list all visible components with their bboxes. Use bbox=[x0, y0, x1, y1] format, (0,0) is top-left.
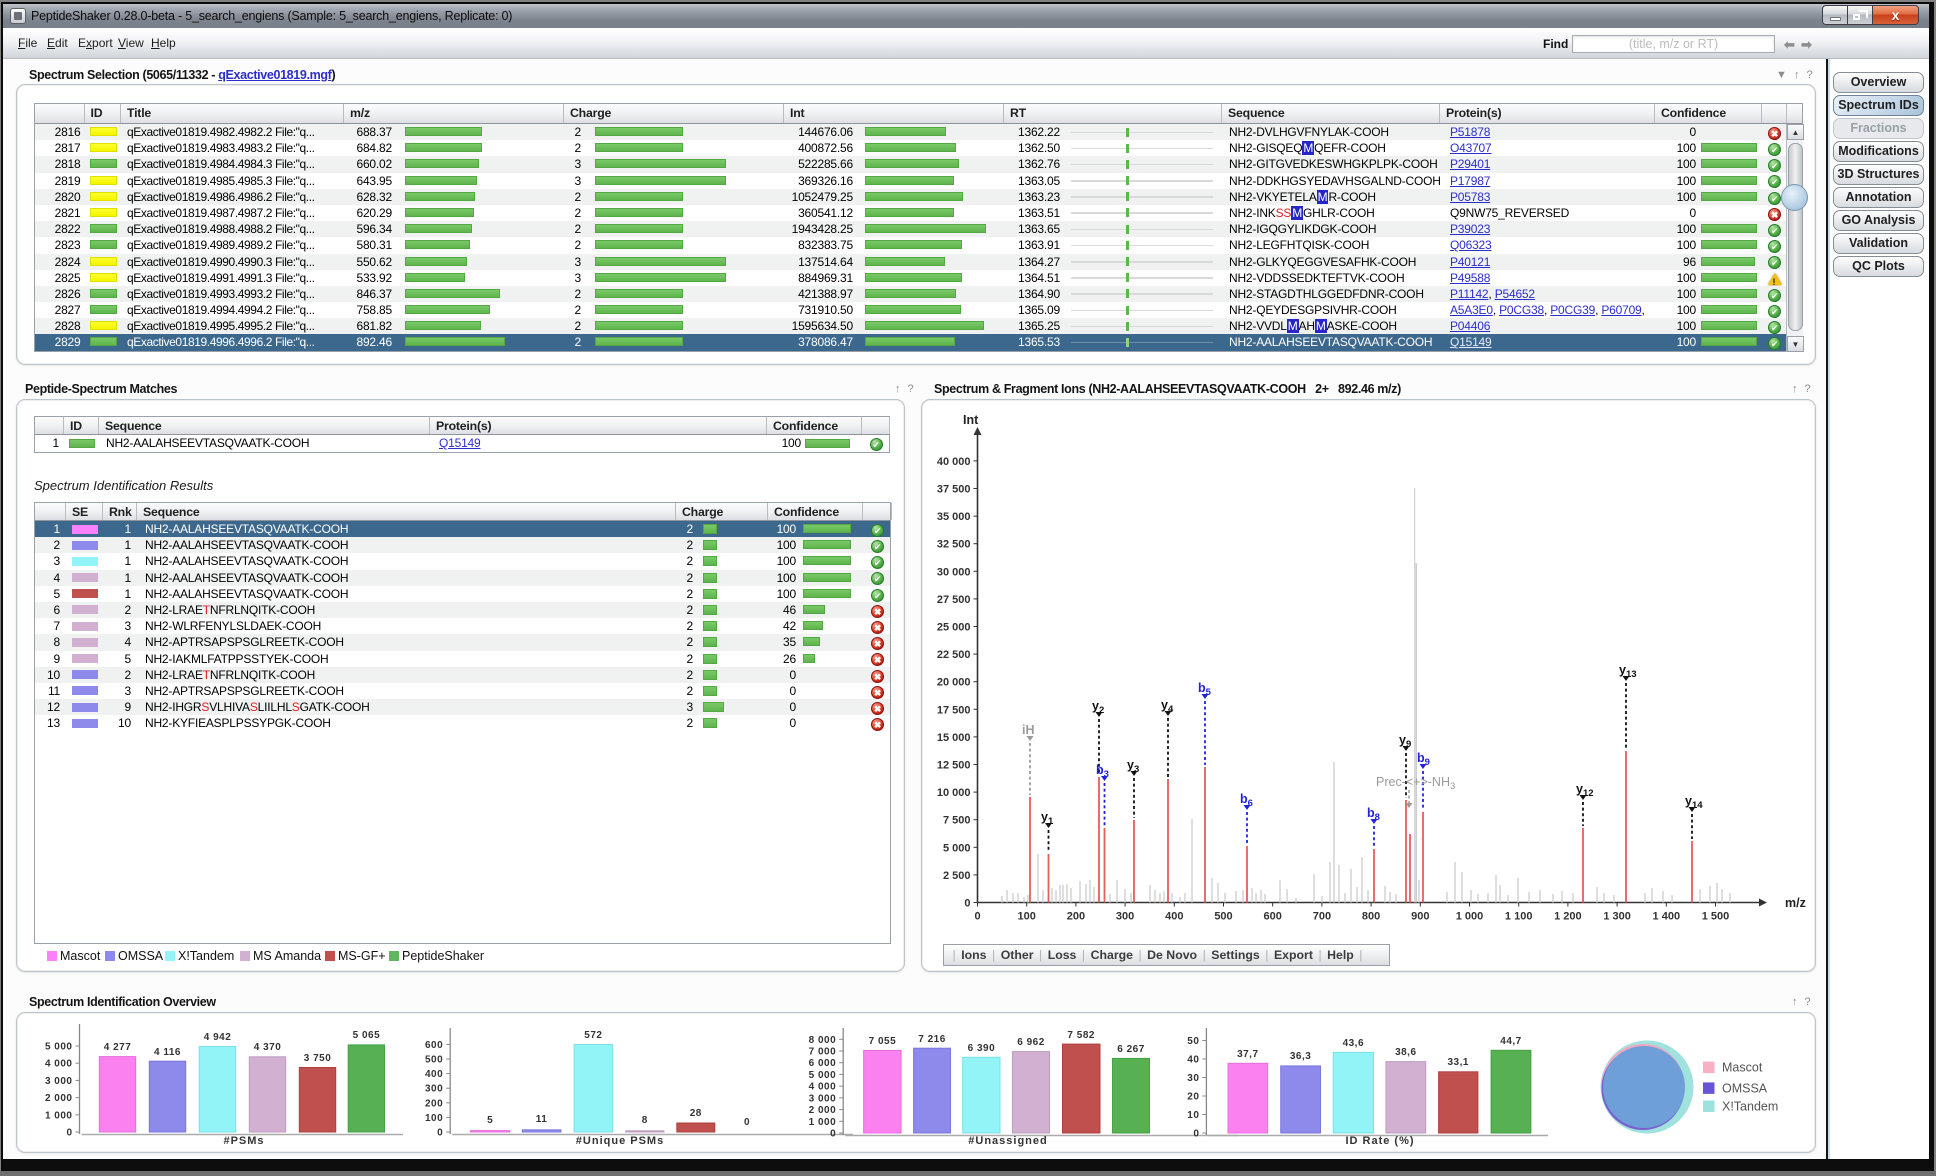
svg-text:15 000: 15 000 bbox=[937, 732, 971, 744]
svg-text:900: 900 bbox=[1411, 911, 1429, 923]
svg-text:8 000: 8 000 bbox=[809, 1035, 837, 1046]
svg-text:200: 200 bbox=[1067, 911, 1085, 923]
svg-text:7 216: 7 216 bbox=[918, 1034, 946, 1045]
svg-text:5 000: 5 000 bbox=[809, 1070, 837, 1081]
svg-text:12 500: 12 500 bbox=[937, 760, 971, 772]
svg-text:4 942: 4 942 bbox=[204, 1032, 232, 1043]
svg-text:44,7: 44,7 bbox=[1500, 1036, 1521, 1047]
svg-text:4 277: 4 277 bbox=[104, 1042, 132, 1053]
svg-text:7 000: 7 000 bbox=[809, 1047, 837, 1058]
svg-text:m/z: m/z bbox=[1785, 896, 1806, 910]
svg-text:0: 0 bbox=[744, 1117, 750, 1128]
svg-text:6 390: 6 390 bbox=[968, 1043, 996, 1054]
svg-text:600: 600 bbox=[1264, 911, 1282, 923]
svg-text:35 000: 35 000 bbox=[937, 511, 971, 523]
svg-text:40: 40 bbox=[1187, 1055, 1199, 1066]
svg-text:4 000: 4 000 bbox=[45, 1059, 73, 1070]
svg-text:4 000: 4 000 bbox=[809, 1082, 837, 1093]
svg-text:25 000: 25 000 bbox=[937, 622, 971, 634]
svg-text:2 000: 2 000 bbox=[809, 1105, 837, 1116]
svg-text:0: 0 bbox=[964, 898, 970, 910]
svg-text:0: 0 bbox=[1193, 1129, 1199, 1140]
svg-text:5: 5 bbox=[487, 1115, 493, 1126]
svg-text:700: 700 bbox=[1313, 911, 1331, 923]
svg-text:500: 500 bbox=[425, 1055, 443, 1066]
svg-text:5 000: 5 000 bbox=[943, 842, 971, 854]
svg-text:OMSSA: OMSSA bbox=[1722, 1081, 1768, 1095]
svg-text:3 000: 3 000 bbox=[45, 1076, 73, 1087]
svg-text:ID Rate (%): ID Rate (%) bbox=[1345, 1135, 1414, 1147]
svg-text:37,7: 37,7 bbox=[1237, 1049, 1258, 1060]
svg-text:600: 600 bbox=[425, 1040, 443, 1051]
svg-text:1 200: 1 200 bbox=[1554, 911, 1582, 923]
svg-text:4 370: 4 370 bbox=[254, 1042, 282, 1053]
svg-text:100: 100 bbox=[1018, 911, 1036, 923]
svg-text:#Unassigned: #Unassigned bbox=[968, 1135, 1047, 1147]
svg-text:X!Tandem: X!Tandem bbox=[1722, 1100, 1778, 1114]
svg-text:30 000: 30 000 bbox=[937, 566, 971, 578]
svg-text:100: 100 bbox=[425, 1113, 443, 1124]
svg-text:1 100: 1 100 bbox=[1505, 911, 1533, 923]
svg-text:38,6: 38,6 bbox=[1395, 1047, 1416, 1058]
svg-text:2 000: 2 000 bbox=[45, 1093, 73, 1104]
svg-text:30: 30 bbox=[1187, 1073, 1199, 1084]
svg-text:Mascot: Mascot bbox=[1722, 1061, 1763, 1075]
svg-text:7 500: 7 500 bbox=[943, 815, 971, 827]
svg-text:8: 8 bbox=[642, 1115, 648, 1126]
svg-text:1 400: 1 400 bbox=[1653, 911, 1681, 923]
svg-text:1 000: 1 000 bbox=[809, 1117, 837, 1128]
svg-text:0: 0 bbox=[66, 1128, 72, 1139]
svg-text:400: 400 bbox=[425, 1069, 443, 1080]
svg-text:27 500: 27 500 bbox=[937, 594, 971, 606]
svg-text:iH: iH bbox=[1022, 723, 1035, 737]
svg-text:1 300: 1 300 bbox=[1603, 911, 1631, 923]
svg-text:5 000: 5 000 bbox=[45, 1042, 73, 1053]
svg-text:28: 28 bbox=[690, 1108, 702, 1119]
svg-text:22 500: 22 500 bbox=[937, 649, 971, 661]
svg-text:50: 50 bbox=[1187, 1036, 1199, 1047]
svg-text:200: 200 bbox=[425, 1098, 443, 1109]
svg-text:43,6: 43,6 bbox=[1343, 1038, 1364, 1049]
svg-text:Int: Int bbox=[963, 413, 979, 427]
svg-text:0: 0 bbox=[974, 911, 980, 923]
svg-text:11: 11 bbox=[536, 1114, 548, 1125]
svg-text:6 267: 6 267 bbox=[1117, 1044, 1145, 1055]
svg-text:36,3: 36,3 bbox=[1290, 1051, 1311, 1062]
svg-text:40 000: 40 000 bbox=[937, 456, 971, 468]
svg-text:1 000: 1 000 bbox=[45, 1110, 73, 1121]
svg-text:7 055: 7 055 bbox=[869, 1036, 897, 1047]
svg-text:20 000: 20 000 bbox=[937, 677, 971, 689]
svg-text:33,1: 33,1 bbox=[1447, 1057, 1468, 1068]
svg-text:0: 0 bbox=[830, 1129, 836, 1140]
svg-text:#Unique PSMs: #Unique PSMs bbox=[576, 1135, 664, 1147]
svg-text:500: 500 bbox=[1214, 911, 1232, 923]
svg-text:3 000: 3 000 bbox=[809, 1093, 837, 1104]
svg-text:17 500: 17 500 bbox=[937, 704, 971, 716]
svg-text:6 000: 6 000 bbox=[809, 1058, 837, 1069]
svg-text:7 582: 7 582 bbox=[1067, 1030, 1095, 1041]
svg-text:10: 10 bbox=[1187, 1110, 1199, 1121]
svg-text:5 065: 5 065 bbox=[353, 1030, 381, 1041]
svg-text:6 962: 6 962 bbox=[1017, 1037, 1045, 1048]
svg-text:400: 400 bbox=[1165, 911, 1183, 923]
svg-text:3 750: 3 750 bbox=[304, 1053, 332, 1064]
svg-text:20: 20 bbox=[1187, 1092, 1199, 1103]
svg-text:300: 300 bbox=[425, 1084, 443, 1095]
svg-text:1 500: 1 500 bbox=[1702, 911, 1730, 923]
svg-text:1 000: 1 000 bbox=[1456, 911, 1484, 923]
svg-text:4 116: 4 116 bbox=[154, 1047, 181, 1058]
svg-text:10 000: 10 000 bbox=[937, 787, 971, 799]
svg-text:37 500: 37 500 bbox=[937, 484, 971, 496]
svg-text:800: 800 bbox=[1362, 911, 1380, 923]
svg-text:#PSMs: #PSMs bbox=[223, 1135, 264, 1147]
svg-text:300: 300 bbox=[1116, 911, 1134, 923]
svg-text:572: 572 bbox=[584, 1030, 602, 1041]
svg-text:2 500: 2 500 bbox=[943, 870, 971, 882]
svg-text:0: 0 bbox=[437, 1128, 443, 1139]
svg-text:32 500: 32 500 bbox=[937, 539, 971, 551]
